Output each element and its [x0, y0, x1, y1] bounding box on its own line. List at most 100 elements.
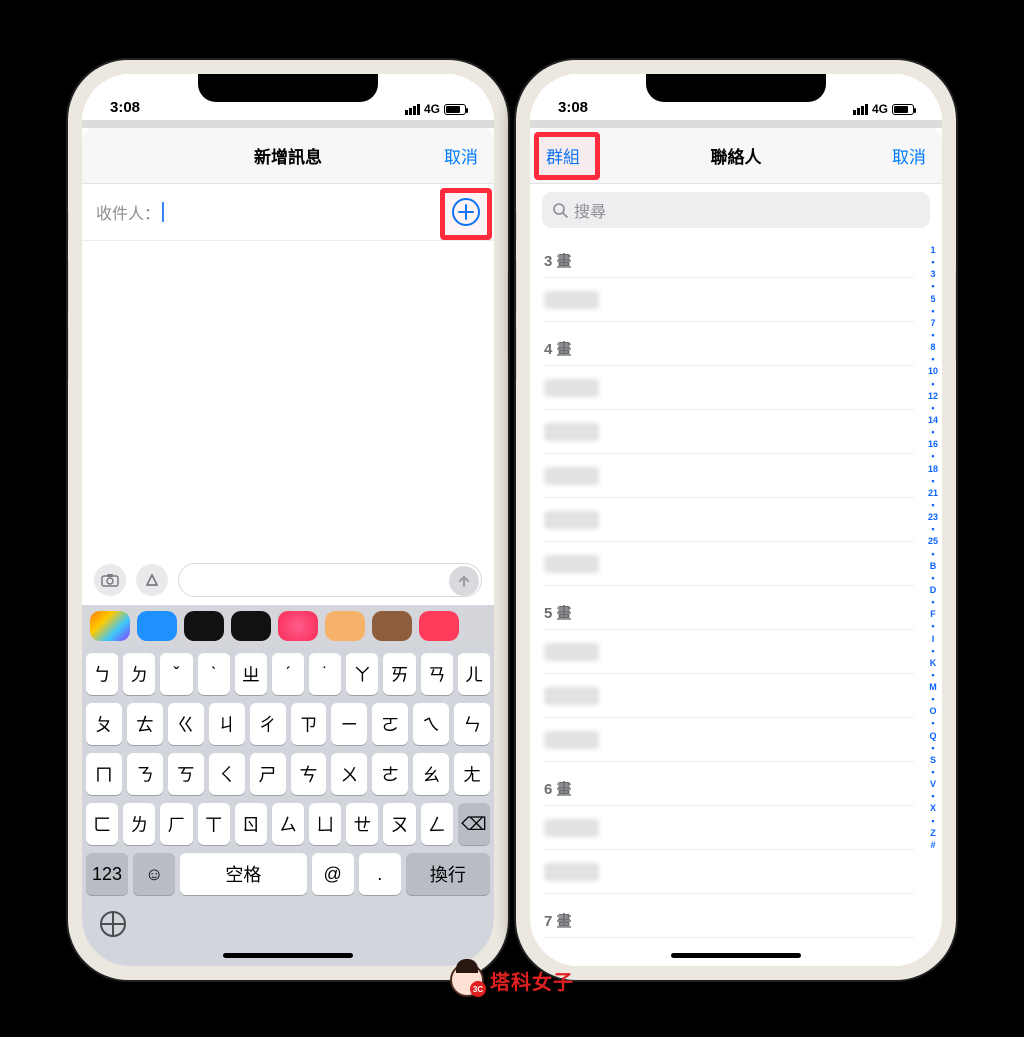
key-ㄢ[interactable]: ㄢ [421, 653, 453, 695]
key-space[interactable]: 空格 [180, 853, 306, 895]
index-item[interactable]: • [931, 450, 934, 462]
app-fitness-icon[interactable] [231, 611, 271, 641]
key-ㄚ[interactable]: ㄚ [346, 653, 378, 695]
index-item[interactable]: • [931, 329, 934, 341]
appstore-button[interactable] [136, 564, 168, 596]
key-ㄘ[interactable]: ㄘ [291, 753, 327, 795]
contact-row[interactable] [544, 718, 914, 762]
app-memoji2-icon[interactable] [372, 611, 412, 641]
index-item[interactable]: • [931, 669, 934, 681]
index-item[interactable]: • [931, 499, 934, 511]
index-item[interactable]: Z [930, 827, 936, 839]
home-indicator[interactable] [223, 953, 353, 958]
key-ㄤ[interactable]: ㄤ [454, 753, 490, 795]
cancel-button[interactable]: 取消 [428, 128, 494, 183]
key-ㄞ[interactable]: ㄞ [383, 653, 415, 695]
key-ㄦ[interactable]: ㄦ [458, 653, 490, 695]
index-item[interactable]: X [930, 802, 936, 814]
index-item[interactable]: • [931, 378, 934, 390]
index-item[interactable]: B [930, 560, 937, 572]
cancel-button[interactable]: 取消 [876, 128, 942, 183]
key-ㄌ[interactable]: ㄌ [123, 803, 155, 845]
index-item[interactable]: • [931, 305, 934, 317]
key-ㄥ[interactable]: ㄥ [421, 803, 453, 845]
globe-icon[interactable] [100, 911, 126, 937]
key-ㄣ[interactable]: ㄣ [454, 703, 490, 745]
key-ㄕ[interactable]: ㄕ [250, 753, 286, 795]
key-ㄉ[interactable]: ㄉ [123, 653, 155, 695]
index-item[interactable]: • [931, 402, 934, 414]
key-123[interactable]: 123 [86, 853, 128, 895]
app-photos-icon[interactable] [90, 611, 130, 641]
send-button[interactable] [449, 566, 479, 596]
recipient-field-row[interactable]: 收件人： [82, 184, 494, 241]
index-item[interactable]: # [930, 839, 935, 851]
key-at[interactable]: @ [312, 853, 354, 895]
contacts-list[interactable]: 3 畫4 畫5 畫6 畫7 畫 1•3•5•7•8•10•12•14•16•18… [530, 234, 942, 947]
contact-row[interactable] [544, 366, 914, 410]
index-item[interactable]: • [931, 475, 934, 487]
search-input[interactable]: 搜尋 [542, 192, 930, 228]
index-item[interactable]: I [932, 633, 935, 645]
app-memoji1-icon[interactable] [325, 611, 365, 641]
index-item[interactable]: • [931, 645, 934, 657]
index-item[interactable]: 1 [930, 244, 935, 256]
app-heart-icon[interactable] [419, 611, 459, 641]
index-item[interactable]: • [931, 596, 934, 608]
key-ㄡ[interactable]: ㄡ [383, 803, 415, 845]
key-ㄝ[interactable]: ㄝ [346, 803, 378, 845]
contact-row[interactable] [544, 674, 914, 718]
key-ㄍ[interactable]: ㄍ [168, 703, 204, 745]
contact-row[interactable] [544, 542, 914, 586]
key-ㄒ[interactable]: ㄒ [198, 803, 230, 845]
camera-button[interactable] [94, 564, 126, 596]
key-ㄏ[interactable]: ㄏ [160, 803, 192, 845]
index-item[interactable]: D [930, 584, 937, 596]
key-ㄛ[interactable]: ㄛ [372, 703, 408, 745]
key-ˊ[interactable]: ˊ [272, 653, 304, 695]
index-item[interactable]: 14 [928, 414, 938, 426]
key-ㄊ[interactable]: ㄊ [127, 703, 163, 745]
contact-row[interactable] [544, 278, 914, 322]
index-item[interactable]: F [930, 608, 936, 620]
index-item[interactable]: K [930, 657, 937, 669]
index-item[interactable]: 10 [928, 365, 938, 377]
section-index[interactable]: 1•3•5•7•8•10•12•14•16•18•21•23•25•B•D•F•… [928, 244, 938, 947]
index-item[interactable]: 8 [930, 341, 935, 353]
key-ㄅ[interactable]: ㄅ [86, 653, 118, 695]
key-emoji[interactable]: ☺ [133, 853, 175, 895]
app-music-icon[interactable] [278, 611, 318, 641]
index-item[interactable]: 21 [928, 487, 938, 499]
imessage-app-strip[interactable] [82, 605, 494, 647]
key-ㄔ[interactable]: ㄔ [250, 703, 286, 745]
index-item[interactable]: • [931, 548, 934, 560]
groups-button[interactable]: 群組 [530, 128, 596, 183]
index-item[interactable]: • [931, 790, 934, 802]
contact-row[interactable] [544, 410, 914, 454]
key-ㄖ[interactable]: ㄖ [235, 803, 267, 845]
index-item[interactable]: 16 [928, 438, 938, 450]
app-applepay-icon[interactable] [184, 611, 224, 641]
index-item[interactable]: 7 [930, 317, 935, 329]
index-item[interactable]: • [931, 426, 934, 438]
contact-row[interactable] [544, 850, 914, 894]
index-item[interactable]: 18 [928, 463, 938, 475]
index-item[interactable]: 5 [930, 293, 935, 305]
key-ㄎ[interactable]: ㄎ [168, 753, 204, 795]
contact-row[interactable] [544, 630, 914, 674]
key-ㄇ[interactable]: ㄇ [86, 753, 122, 795]
index-item[interactable]: • [931, 717, 934, 729]
message-input[interactable] [178, 563, 482, 597]
key-ㄜ[interactable]: ㄜ [372, 753, 408, 795]
index-item[interactable]: • [931, 572, 934, 584]
index-item[interactable]: • [931, 815, 934, 827]
index-item[interactable]: 25 [928, 535, 938, 547]
key-ㄐ[interactable]: ㄐ [209, 703, 245, 745]
index-item[interactable]: • [931, 742, 934, 754]
key-ㄗ[interactable]: ㄗ [291, 703, 327, 745]
index-item[interactable]: Q [929, 730, 936, 742]
key-ㄙ[interactable]: ㄙ [272, 803, 304, 845]
index-item[interactable]: • [931, 353, 934, 365]
index-item[interactable]: V [930, 778, 936, 790]
key-ㄧ[interactable]: ㄧ [331, 703, 367, 745]
